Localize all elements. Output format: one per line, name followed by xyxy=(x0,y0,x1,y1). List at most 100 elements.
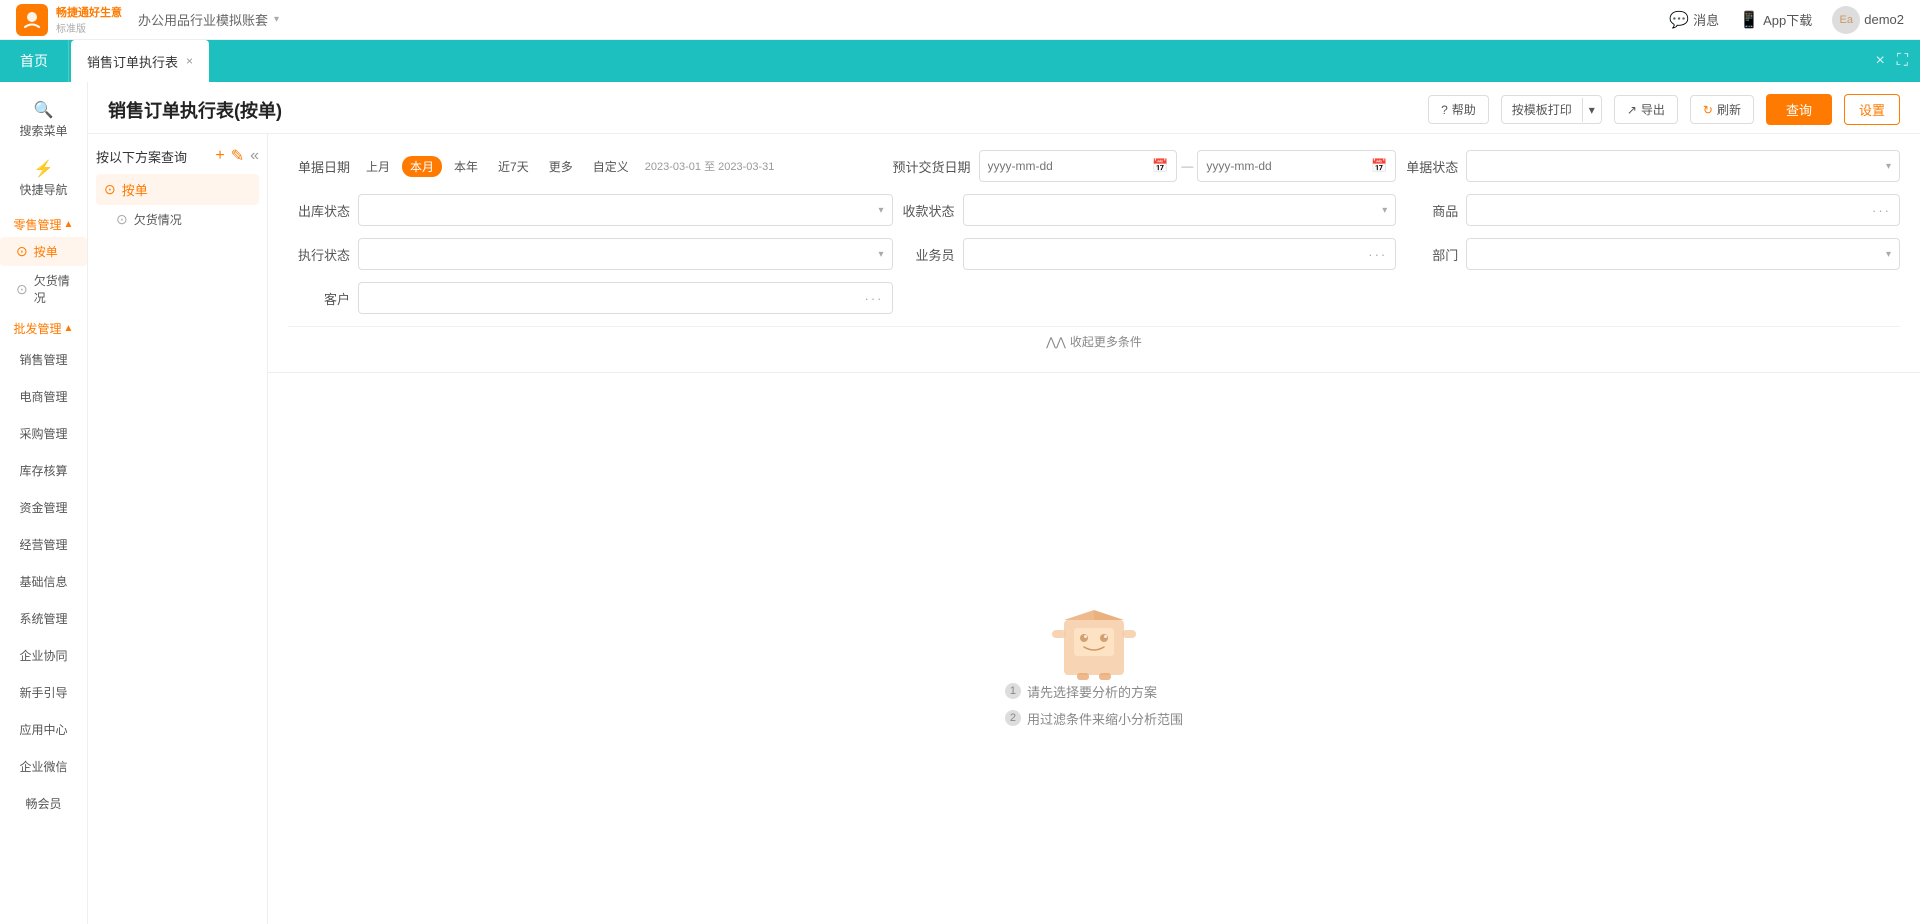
sidebar-item-ecommerce[interactable]: 采购管理 xyxy=(0,415,87,452)
message-icon: 💬 xyxy=(1669,10,1689,30)
dtab-custom[interactable]: 自定义 xyxy=(585,155,637,178)
scheme-debt-icon: ⊙ xyxy=(116,211,128,228)
retail-label: 零售管理 xyxy=(14,216,62,233)
out-status-select[interactable]: ▾ xyxy=(358,194,893,226)
exec-status-label: 执行状态 xyxy=(288,245,358,264)
setting-button[interactable]: 设置 xyxy=(1844,94,1900,125)
page-actions: ? 帮助 按模板打印 ▾ ↗ 导出 ↻ 刷新 查询 设置 xyxy=(1428,94,1900,125)
expected-date-start[interactable]: 📅 xyxy=(979,150,1178,182)
sidebar-item-purchase[interactable]: 库存核算 xyxy=(0,452,87,489)
nav-title[interactable]: 办公用品行业模拟账套 ▾ xyxy=(122,10,1669,29)
filter-group-goods: 商品 ··· xyxy=(1396,194,1900,226)
dept-label: 部门 xyxy=(1396,245,1466,264)
date-filter-tabs: 上月 本月 本年 近7天 更多 自定义 xyxy=(358,155,637,178)
sidebar-item-marketing[interactable]: 销售管理 xyxy=(0,341,87,378)
expected-date-end[interactable]: 📅 xyxy=(1197,150,1396,182)
goods-select[interactable]: ··· xyxy=(1466,194,1900,226)
tab-label: 销售订单执行表 xyxy=(87,52,178,71)
expected-date-range: 📅 — 📅 xyxy=(979,150,1397,182)
scheme-edit-icon[interactable]: ✎ xyxy=(231,146,244,166)
status-select[interactable]: ▾ xyxy=(1466,150,1900,182)
scheme-panel-actions: + ✎ « xyxy=(215,146,259,166)
print-dropdown-icon[interactable]: ▾ xyxy=(1582,98,1601,122)
print-button[interactable]: 按模板打印 ▾ xyxy=(1501,95,1602,124)
dtab-lastmonth[interactable]: 上月 xyxy=(358,155,398,178)
customer-label: 客户 xyxy=(288,289,358,308)
sidebar-item-finance[interactable]: 经营管理 xyxy=(0,526,87,563)
app-download-button[interactable]: 📱 App下载 xyxy=(1739,10,1812,30)
sidebar-item-member[interactable] xyxy=(0,822,87,842)
sidebar-item-wholesale[interactable]: 批发管理 ▲ xyxy=(0,312,87,341)
filter-group-payment-status: 收款状态 ▾ xyxy=(893,194,1397,226)
sidebar-sub-item-order[interactable]: ⊙ 按单 xyxy=(0,237,87,266)
avatar: Ea xyxy=(1832,6,1860,34)
dtab-more[interactable]: 更多 xyxy=(541,155,581,178)
expected-date-start-input[interactable] xyxy=(988,159,1149,173)
filter-row-2: 出库状态 ▾ 收款状态 ▾ xyxy=(288,194,1900,226)
help-icon: ? xyxy=(1441,103,1448,117)
page-header: 销售订单执行表(按单) ? 帮助 按模板打印 ▾ ↗ 导出 ↻ 刷新 xyxy=(88,82,1920,134)
dtab-thisyear[interactable]: 本年 xyxy=(446,155,486,178)
sidebar-item-quicknav[interactable]: ⚡ 快捷导航 xyxy=(0,149,87,208)
expected-date-label: 预计交货日期 xyxy=(893,157,979,176)
search-icon: 🔍 xyxy=(34,100,54,120)
wholesale-arrow-icon: ▲ xyxy=(64,323,74,334)
sidebar-item-operation[interactable]: 基础信息 xyxy=(0,563,87,600)
sidebar-sub-item-debt[interactable]: ⊙ 欠货情况 xyxy=(0,266,87,312)
scheme-item-debt[interactable]: ⊙ 欠货情况 xyxy=(96,205,259,234)
sidebar-item-apps[interactable]: 企业微信 xyxy=(0,748,87,785)
refresh-button[interactable]: ↻ 刷新 xyxy=(1690,95,1754,124)
export-button[interactable]: ↗ 导出 xyxy=(1614,95,1678,124)
expected-date-end-input[interactable] xyxy=(1206,159,1367,173)
scheme-add-icon[interactable]: + xyxy=(215,147,224,165)
filter-group-status: 单据状态 ▾ xyxy=(1396,150,1900,182)
debt-icon: ⊙ xyxy=(16,281,28,298)
window-expand-icon[interactable]: ⛶ xyxy=(1897,52,1908,70)
status-caret-icon: ▾ xyxy=(1886,161,1891,172)
customer-select[interactable]: ··· xyxy=(358,282,893,314)
help-button[interactable]: ? 帮助 xyxy=(1428,95,1489,124)
logo-icon xyxy=(16,4,48,36)
empty-illustration xyxy=(1044,570,1144,670)
scheme-item-order[interactable]: ⊙ 按单 xyxy=(96,174,259,205)
sidebar-item-sales[interactable]: 电商管理 xyxy=(0,378,87,415)
empty-tip-2: 2 用过滤条件来缩小分析范围 xyxy=(1005,709,1183,728)
query-button[interactable]: 查询 xyxy=(1766,94,1832,125)
salesperson-select[interactable]: ··· xyxy=(963,238,1397,270)
scheme-collapse-icon[interactable]: « xyxy=(250,147,259,165)
tab-close-icon[interactable]: × xyxy=(186,54,193,68)
sidebar-item-retail[interactable]: 零售管理 ▲ xyxy=(0,208,87,237)
tab-home[interactable]: 首页 xyxy=(0,40,69,82)
collapse-button[interactable]: ⋀⋀ 收起更多条件 xyxy=(288,326,1900,356)
order-icon: ⊙ xyxy=(16,243,28,260)
out-status-label: 出库状态 xyxy=(288,201,358,220)
sidebar-item-system[interactable]: 企业协同 xyxy=(0,637,87,674)
filter-row-4: 客户 ··· xyxy=(288,282,1900,314)
message-button[interactable]: 💬 消息 xyxy=(1669,10,1719,30)
filter-group-date: 单据日期 上月 本月 本年 近7天 更多 自定义 20 xyxy=(288,155,893,178)
sidebar-item-search[interactable]: 🔍 搜索菜单 xyxy=(0,90,87,149)
dtab-thismonth[interactable]: 本月 xyxy=(402,156,442,177)
top-right-actions: 💬 消息 📱 App下载 Ea demo2 xyxy=(1669,6,1904,34)
export-icon: ↗ xyxy=(1627,103,1637,117)
tab-bar-right: × ⛶ xyxy=(1875,52,1920,70)
exec-status-select[interactable]: ▾ xyxy=(358,238,893,270)
nav-dropdown-icon[interactable]: ▾ xyxy=(274,14,279,25)
sidebar-item-guide[interactable]: 应用中心 xyxy=(0,711,87,748)
sidebar-item-inventory[interactable]: 资金管理 xyxy=(0,489,87,526)
payment-status-label: 收款状态 xyxy=(893,201,963,220)
customer-dots-icon: ··· xyxy=(865,291,884,306)
tab-active[interactable]: 销售订单执行表 × xyxy=(71,40,209,82)
window-close-icon[interactable]: × xyxy=(1875,52,1884,70)
dtab-7days[interactable]: 近7天 xyxy=(490,155,537,178)
filter-group-expected-date: 预计交货日期 📅 — 📅 xyxy=(893,150,1397,182)
sidebar-item-enterprise[interactable]: 新手引导 xyxy=(0,674,87,711)
empty-state: 1 请先选择要分析的方案 2 用过滤条件来缩小分析范围 xyxy=(268,373,1920,924)
user-profile[interactable]: Ea demo2 xyxy=(1832,6,1904,34)
filter-group-out-status: 出库状态 ▾ xyxy=(288,194,893,226)
payment-status-select[interactable]: ▾ xyxy=(963,194,1397,226)
tab-bar: 首页 销售订单执行表 × × ⛶ xyxy=(0,40,1920,82)
sidebar-item-basic[interactable]: 系统管理 xyxy=(0,600,87,637)
sidebar-item-wechat[interactable]: 畅会员 xyxy=(0,785,87,822)
dept-select[interactable]: ▾ xyxy=(1466,238,1900,270)
